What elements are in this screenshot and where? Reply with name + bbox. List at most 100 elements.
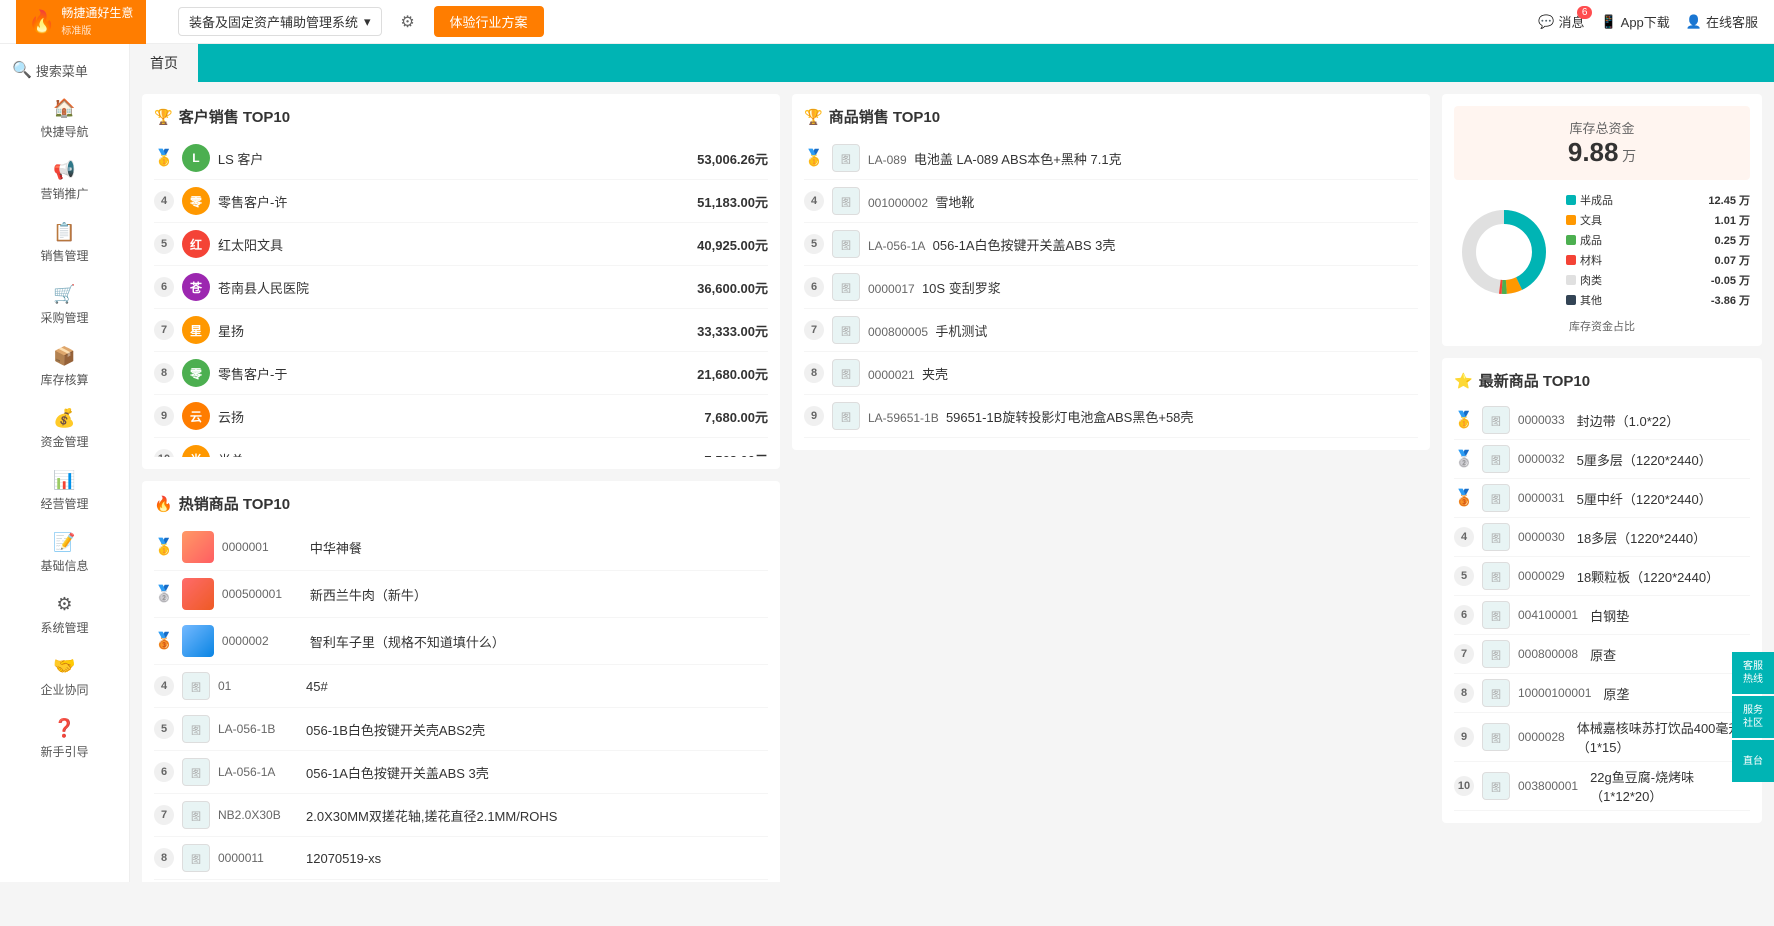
sidebar-label-quick-nav: 快捷导航 (40, 123, 88, 140)
product-icon: 图 (832, 144, 860, 172)
rank-number: 7 (154, 320, 174, 340)
app-download-button[interactable]: 📱 App下载 (1600, 12, 1669, 31)
customer-name: 云扬 (218, 407, 696, 426)
product-icon: 图 (1482, 445, 1510, 473)
avatar: L (182, 144, 210, 172)
sidebar-label-system: 系统管理 (40, 619, 88, 636)
product-name: 2.0X30MM双搓花轴,搓花直径2.1MM/ROHS (306, 806, 768, 825)
customer-service-button[interactable]: 客服热线 (1732, 652, 1774, 694)
list-item: 🥈 图 0000032 5厘多层（1220*2440） (1454, 440, 1750, 479)
sidebar-label-guide: 新手引导 (40, 743, 88, 760)
sidebar-item-system[interactable]: ⚙ 系统管理 (0, 584, 129, 646)
product-icon: 图 (182, 844, 210, 872)
hot-products-card: 🔥 热销商品 TOP10 🥇 0000001 中华神餐 🥈 (142, 481, 780, 882)
product-icon: 图 (1482, 562, 1510, 590)
sidebar: 🔍 搜索菜单 🏠 快捷导航 📢 营销推广 📋 销售管理 🛒 采购管理 📦 库存核… (0, 44, 130, 882)
tab-home[interactable]: 首页 (130, 44, 198, 82)
inventory-total-value-wrap: 9.88 万 (1466, 137, 1738, 168)
rank-number: 6 (1454, 605, 1474, 625)
sidebar-item-purchase[interactable]: 🛒 采购管理 (0, 274, 129, 336)
avatar: 零 (182, 187, 210, 215)
chevron-down-icon: ▾ (364, 14, 371, 30)
sidebar-item-basics[interactable]: 📝 基础信息 (0, 522, 129, 584)
product-icon: 图 (182, 672, 210, 700)
product-name: 056-1B白色按键开关壳ABS2壳 (306, 720, 768, 739)
trial-button[interactable]: 体验行业方案 (434, 6, 544, 37)
sidebar-label-basics: 基础信息 (40, 557, 88, 574)
sidebar-item-operations[interactable]: 📊 经营管理 (0, 460, 129, 522)
main-layout: 🔍 搜索菜单 🏠 快捷导航 📢 营销推广 📋 销售管理 🛒 采购管理 📦 库存核… (0, 44, 1774, 882)
product-name: 22g鱼豆腐-烧烤味（1*12*20） (1590, 767, 1750, 805)
customer-value: 51,183.00元 (697, 192, 768, 211)
settings-button[interactable]: ⚙ (394, 8, 422, 36)
donut-svg (1454, 202, 1554, 302)
sidebar-item-marketing[interactable]: 📢 营销推广 (0, 150, 129, 212)
sidebar-item-guide[interactable]: ❓ 新手引导 (0, 708, 129, 770)
search-menu-label: 搜索菜单 (36, 61, 88, 80)
product-image (182, 531, 214, 563)
sidebar-item-quick-nav[interactable]: 🏠 快捷导航 (0, 88, 129, 150)
rank-number: 8 (154, 363, 174, 383)
customer-value: 21,680.00元 (697, 364, 768, 383)
logo-text: 畅捷通好生意 (61, 6, 133, 22)
rank-number: 10 (1454, 776, 1474, 796)
float-buttons: 客服热线 服务社区 直台 (1732, 652, 1774, 782)
medal-icon: 🥈 (1454, 449, 1474, 469)
product-image (182, 578, 214, 610)
customer-name: 星扬 (218, 321, 689, 340)
sidebar-item-cooperation[interactable]: 🤝 企业协同 (0, 646, 129, 708)
notifications-button[interactable]: 💬 消息 6 (1538, 12, 1584, 31)
star-icon: ⭐ (1454, 372, 1473, 390)
product-code: NB2.0X30B (218, 808, 298, 822)
table-row: 4 零 零售客户-许 51,183.00元 (154, 180, 768, 223)
inventory-total-label: 库存总资金 (1569, 121, 1634, 136)
medal-icon: 🥈 (154, 584, 174, 604)
trophy-icon2: 🏆 (804, 108, 823, 126)
system-name: 装备及固定资产辅助管理系统 (189, 12, 358, 31)
product-info: 0000017 10S 变刮罗浆 (868, 278, 1418, 297)
rank-number: 7 (804, 320, 824, 340)
sidebar-item-sales[interactable]: 📋 销售管理 (0, 212, 129, 274)
rank-number: 4 (154, 191, 174, 211)
system-selector[interactable]: 装备及固定资产辅助管理系统 ▾ (178, 7, 382, 36)
gear-icon: ⚙ (56, 594, 72, 615)
search-menu-button[interactable]: 🔍 搜索菜单 (0, 52, 129, 88)
trophy-icon: 🏆 (154, 108, 173, 126)
inventory-legend: 半成品 12.45 万 文具 1.01 万 成品 0.25 万 (1566, 192, 1750, 312)
table-row: 5 红 红太阳文具 40,925.00元 (154, 223, 768, 266)
front-desk-button[interactable]: 直台 (1732, 740, 1774, 782)
service-community-button[interactable]: 服务社区 (1732, 696, 1774, 738)
rank-number: 4 (804, 191, 824, 211)
list-item: 9 图 0000028 体械嘉核味苏打饮品400毫升（1*15） (1454, 713, 1750, 762)
home-icon: 🏠 (53, 98, 75, 119)
product-code: 000500001 (222, 587, 302, 601)
list-item: 5 图 0000029 18颗粒板（1220*2440） (1454, 557, 1750, 596)
online-service-button[interactable]: 👤 在线客服 (1686, 12, 1758, 31)
product-icon: 图 (1482, 772, 1510, 800)
avatar: 云 (182, 402, 210, 430)
product-name: 45# (306, 679, 768, 694)
customer-value: 33,333.00元 (697, 321, 768, 340)
legend-item: 其他 -3.86 万 (1566, 292, 1750, 308)
list-item: 🥈 000500001 新西兰牛肉（新牛） (154, 571, 768, 618)
table-row: 9 云 云扬 7,680.00元 (154, 395, 768, 438)
product-code: LA-056-1A (218, 765, 298, 779)
product-info: 0000021 夹壳 (868, 364, 1418, 383)
rank-number: 6 (804, 277, 824, 297)
product-icon: 图 (832, 187, 860, 215)
sidebar-label-marketing: 营销推广 (40, 185, 88, 202)
list-item: 6 图 004100001 白钢垫 (1454, 596, 1750, 635)
customer-name: 肖总 (218, 450, 696, 458)
list-item: 🥇 0000001 中华神餐 (154, 524, 768, 571)
legend-item: 半成品 12.45 万 (1566, 192, 1750, 208)
customer-name: 苍南县人民医院 (218, 278, 689, 297)
clipboard-icon: 📋 (53, 222, 75, 243)
product-icon: 图 (1482, 484, 1510, 512)
inventory-total-unit: 万 (1622, 148, 1636, 164)
newest-products-list: 🥇 图 0000033 封边带（1.0*22） 🥈 图 0000032 5厘多层… (1454, 401, 1750, 811)
rank-number: 8 (804, 363, 824, 383)
customer-top10-card: 🏆 客户销售 TOP10 🥇 L LS 客户 53,006.26元 (142, 94, 780, 469)
sidebar-item-finance[interactable]: 💰 资金管理 (0, 398, 129, 460)
sidebar-item-inventory[interactable]: 📦 库存核算 (0, 336, 129, 398)
product-sales-list: 🥇 图 LA-089 电池盖 LA-089 ABS本色+黑种 7.1克 4 图 (804, 137, 1418, 438)
